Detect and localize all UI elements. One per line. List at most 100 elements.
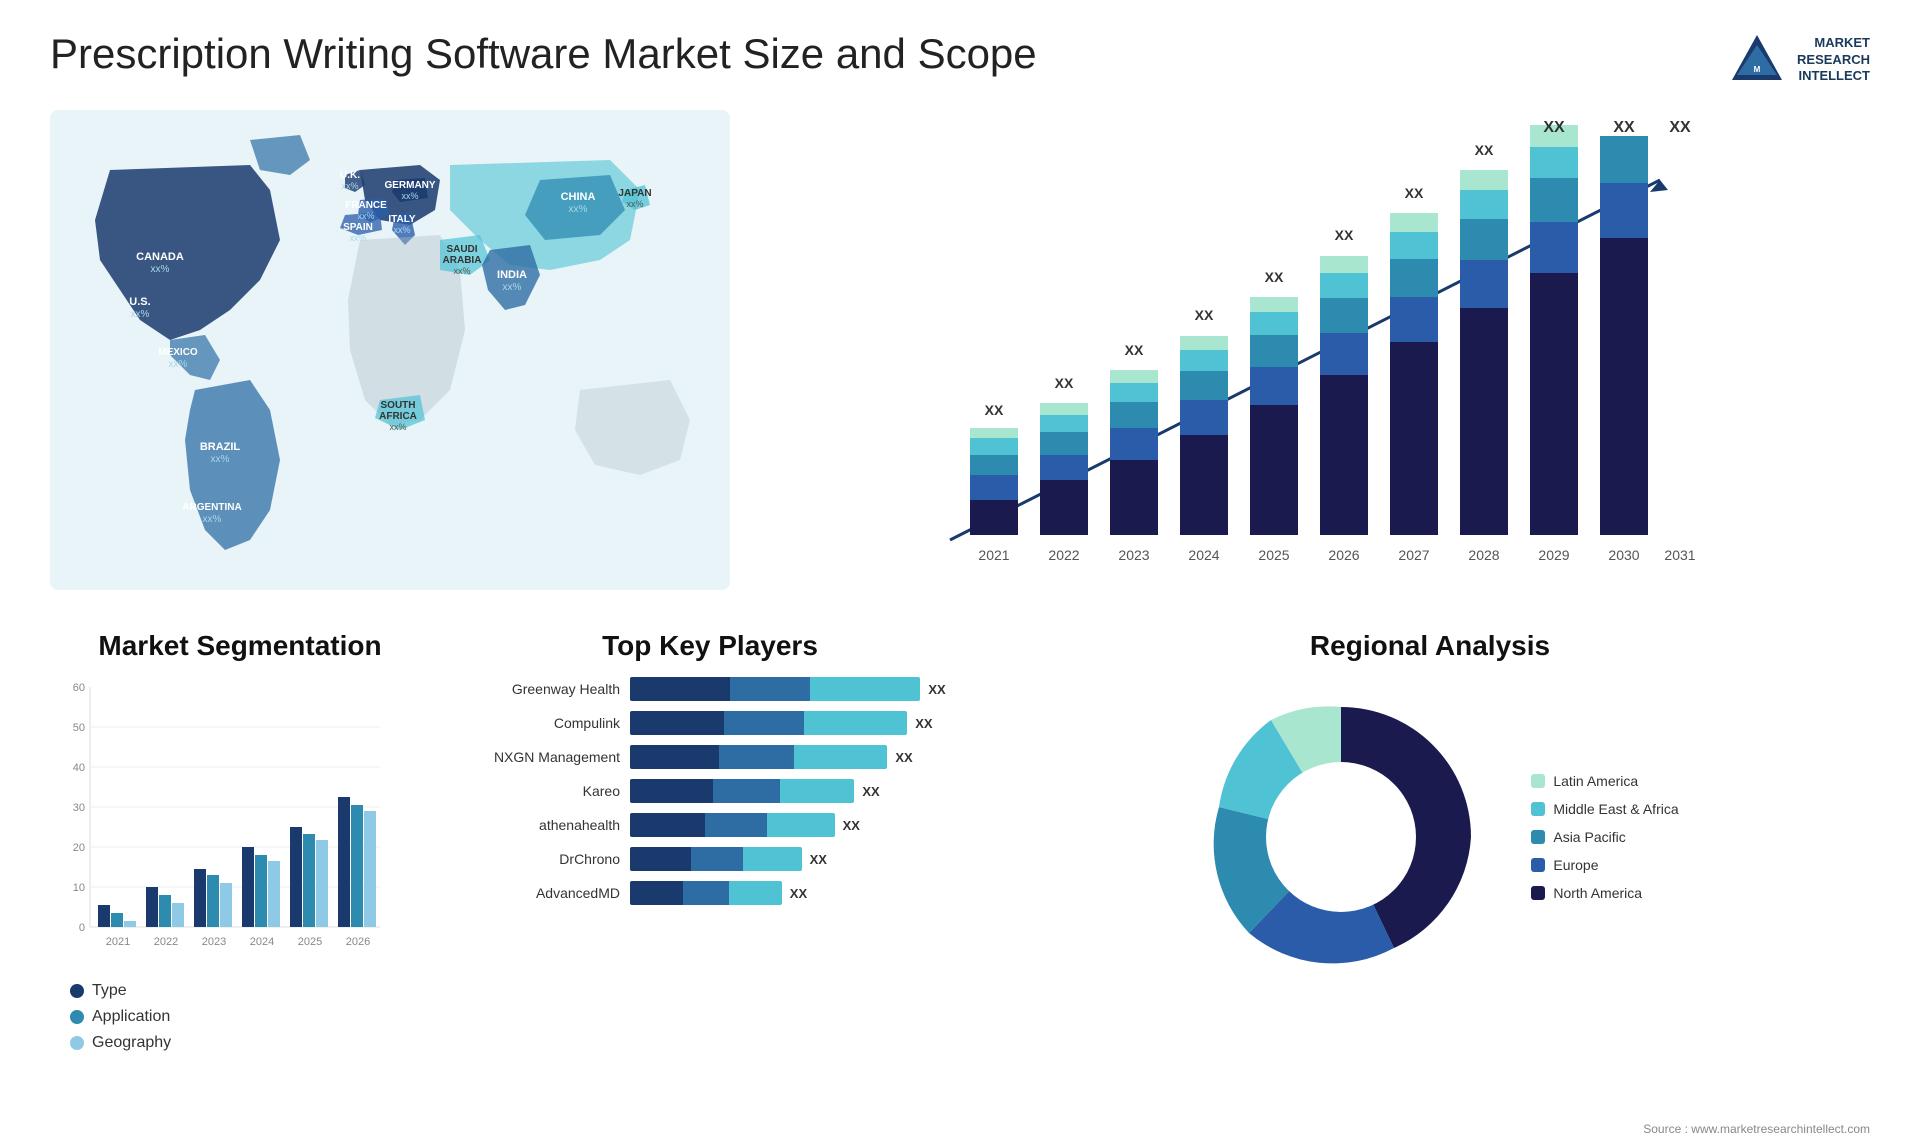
- svg-text:2031: 2031: [1664, 547, 1695, 563]
- page-title: Prescription Writing Software Market Siz…: [50, 30, 1037, 78]
- svg-text:SAUDI: SAUDI: [446, 244, 477, 255]
- bar-seg2: [713, 779, 779, 803]
- svg-text:xx%: xx%: [503, 282, 522, 293]
- key-players: Top Key Players Greenway Health XX Comp: [460, 630, 960, 1090]
- player-row: AdvancedMD XX: [460, 881, 960, 905]
- player-bar-wrap: XX: [630, 711, 960, 735]
- bar-seg2: [705, 813, 767, 837]
- svg-text:xx%: xx%: [203, 514, 222, 525]
- bar-seg1: [630, 779, 713, 803]
- svg-text:2029: 2029: [1538, 547, 1569, 563]
- legend-north-america: North America: [1531, 885, 1678, 901]
- legend-latin-america: Latin America: [1531, 773, 1678, 789]
- svg-text:JAPAN: JAPAN: [618, 188, 651, 199]
- bar-xx: XX: [895, 750, 912, 765]
- svg-text:xx%: xx%: [569, 204, 588, 215]
- players-list: Greenway Health XX Compulink: [460, 677, 960, 905]
- svg-text:2021: 2021: [106, 936, 130, 948]
- bar-xx: XX: [790, 886, 807, 901]
- svg-text:2027: 2027: [1398, 547, 1429, 563]
- bar-seg1: [630, 745, 719, 769]
- player-bar: [630, 881, 782, 905]
- svg-text:FRANCE: FRANCE: [345, 200, 387, 211]
- svg-text:2024: 2024: [1188, 547, 1219, 563]
- bar-seg2: [719, 745, 794, 769]
- bar-seg3: [743, 847, 801, 871]
- svg-text:2030: 2030: [1608, 547, 1639, 563]
- svg-text:xx%: xx%: [389, 422, 406, 432]
- svg-text:xx%: xx%: [357, 211, 374, 221]
- player-bar-wrap: XX: [630, 847, 960, 871]
- svg-text:xx%: xx%: [393, 225, 410, 235]
- bar-seg3: [804, 711, 907, 735]
- map-container: CANADA xx% U.S. xx% MEXICO xx% BRAZIL xx…: [50, 110, 730, 600]
- bar-xx: XX: [843, 818, 860, 833]
- player-bar: [630, 745, 887, 769]
- seg-legend: Type Application Geography: [50, 982, 430, 1052]
- player-name: DrChrono: [460, 851, 620, 867]
- player-row: DrChrono XX: [460, 847, 960, 871]
- donut-container: Latin America Middle East & Africa Asia …: [990, 677, 1870, 997]
- bar-xx: XX: [915, 716, 932, 731]
- svg-text:XX: XX: [1195, 307, 1214, 323]
- header: Prescription Writing Software Market Siz…: [50, 30, 1870, 90]
- svg-text:2028: 2028: [1468, 547, 1499, 563]
- player-row: NXGN Management XX: [460, 745, 960, 769]
- svg-text:XX: XX: [1265, 269, 1284, 285]
- regional-legend: Latin America Middle East & Africa Asia …: [1531, 773, 1678, 901]
- svg-text:0: 0: [79, 922, 85, 934]
- svg-text:xx%: xx%: [169, 359, 188, 370]
- svg-text:XX: XX: [985, 402, 1004, 418]
- svg-text:CANADA: CANADA: [136, 251, 184, 263]
- svg-text:xx%: xx%: [341, 181, 358, 191]
- bar-seg2: [691, 847, 743, 871]
- svg-text:ARGENTINA: ARGENTINA: [182, 502, 241, 513]
- player-bar-wrap: XX: [630, 813, 960, 837]
- svg-text:ARABIA: ARABIA: [443, 255, 482, 266]
- bar-seg2: [730, 677, 810, 701]
- legend-dot-application: [70, 1010, 84, 1024]
- svg-text:xx%: xx%: [151, 264, 170, 275]
- bottom-section: Market Segmentation 0 10 20 30 40 50 60: [50, 630, 1870, 1090]
- logo-icon: M: [1727, 30, 1787, 90]
- player-name: Kareo: [460, 783, 620, 799]
- svg-text:xx%: xx%: [349, 233, 366, 243]
- svg-text:XX: XX: [1055, 375, 1074, 391]
- logo: M MARKET RESEARCH INTELLECT: [1727, 30, 1870, 90]
- player-row: Kareo XX: [460, 779, 960, 803]
- player-bar: [630, 813, 835, 837]
- bar-chart-svg: XX XX XX XX: [770, 120, 1850, 590]
- svg-text:xx%: xx%: [453, 266, 470, 276]
- bar-chart-container: XX XX XX XX: [760, 110, 1870, 600]
- svg-text:ITALY: ITALY: [388, 214, 416, 225]
- page-container: Prescription Writing Software Market Siz…: [0, 0, 1920, 1146]
- bar-seg2: [683, 881, 728, 905]
- bar-seg1: [630, 847, 691, 871]
- svg-text:XX: XX: [1405, 185, 1424, 201]
- svg-text:2026: 2026: [346, 936, 370, 948]
- world-map-svg: CANADA xx% U.S. xx% MEXICO xx% BRAZIL xx…: [50, 110, 730, 590]
- market-segmentation: Market Segmentation 0 10 20 30 40 50 60: [50, 630, 430, 1090]
- legend-dot-latin: [1531, 774, 1545, 788]
- svg-text:M: M: [1754, 65, 1761, 74]
- legend-geography: Geography: [70, 1034, 430, 1052]
- player-name: AdvancedMD: [460, 885, 620, 901]
- svg-text:xx%: xx%: [401, 191, 418, 201]
- svg-text:BRAZIL: BRAZIL: [200, 441, 241, 453]
- svg-text:CHINA: CHINA: [561, 191, 596, 203]
- svg-text:XX: XX: [1669, 120, 1691, 136]
- bar-seg3: [810, 677, 920, 701]
- svg-text:XX: XX: [1613, 120, 1635, 136]
- legend-dot-apac: [1531, 830, 1545, 844]
- svg-text:XX: XX: [1125, 342, 1144, 358]
- bar-seg3: [767, 813, 835, 837]
- svg-text:2025: 2025: [298, 936, 322, 948]
- player-name: athenahealth: [460, 817, 620, 833]
- bar-xx: XX: [810, 852, 827, 867]
- bar-seg1: [630, 711, 724, 735]
- legend-dot-europe: [1531, 858, 1545, 872]
- player-bar: [630, 677, 920, 701]
- svg-text:40: 40: [73, 762, 85, 774]
- legend-application: Application: [70, 1008, 430, 1026]
- player-bar-wrap: XX: [630, 779, 960, 803]
